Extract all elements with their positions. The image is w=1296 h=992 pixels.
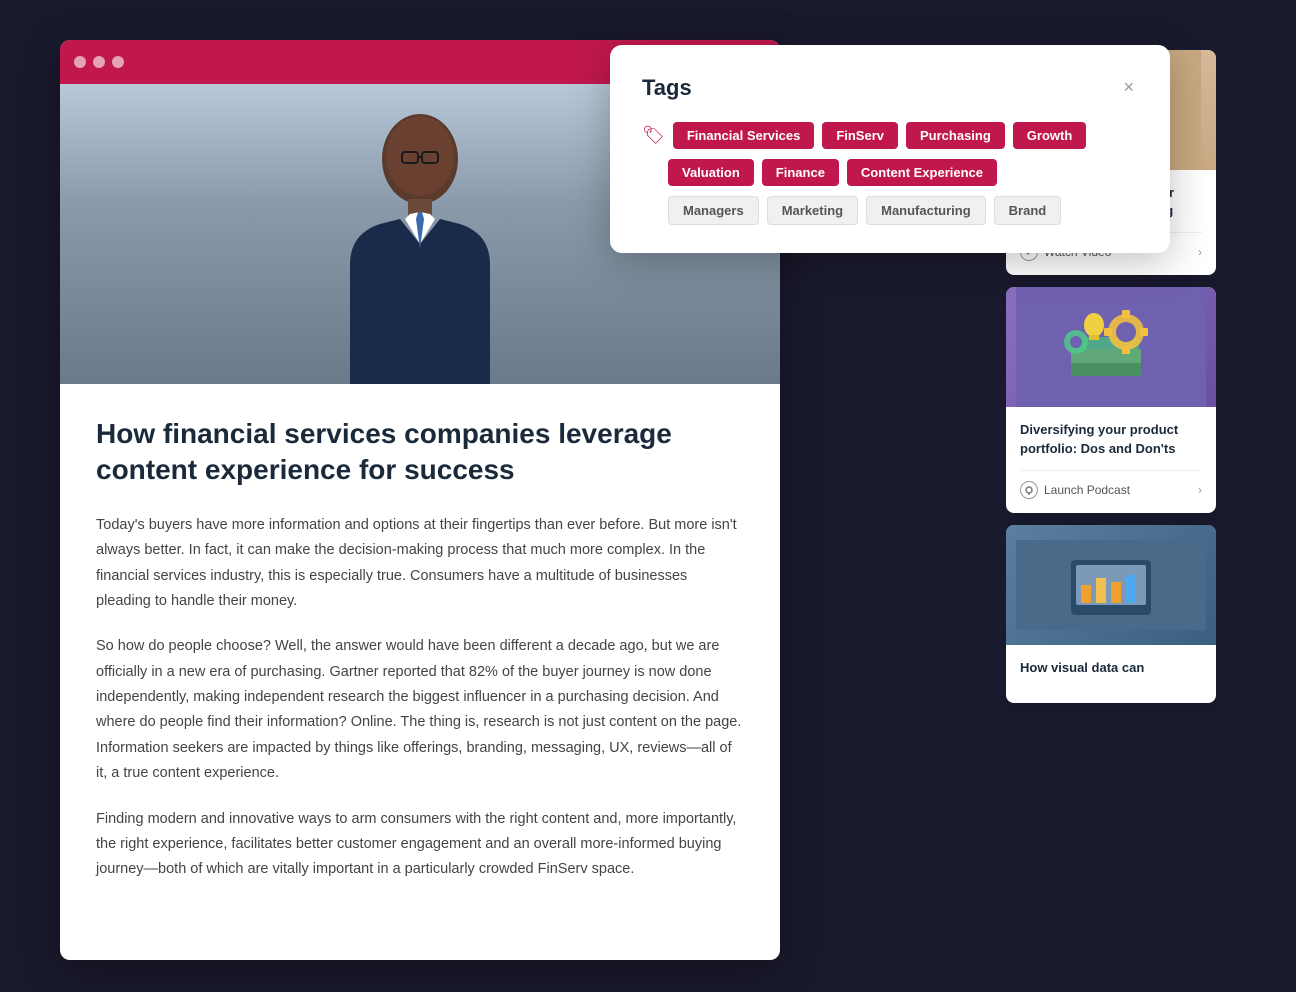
tag-finance[interactable]: Finance: [762, 159, 839, 186]
card-action-label-2: Launch Podcast: [1044, 483, 1130, 497]
tag-managers[interactable]: Managers: [668, 196, 759, 225]
tag-growth[interactable]: Growth: [1013, 122, 1087, 149]
person-figure: [290, 104, 550, 384]
card-title-3: How visual data can: [1020, 659, 1202, 677]
tags-row-1: 🏷 Financial Services FinServ Purchasing …: [642, 122, 1138, 149]
article-body: How financial services companies leverag…: [60, 384, 780, 935]
tags-row-3: Managers Marketing Manufacturing Brand: [642, 196, 1138, 225]
chevron-icon-2: ›: [1198, 483, 1202, 497]
tag-valuation[interactable]: Valuation: [668, 159, 754, 186]
card-body-2: Diversifying your product portfolio: Dos…: [1006, 407, 1216, 512]
tags-close-button[interactable]: ×: [1119, 73, 1138, 102]
sidebar-card-2: Diversifying your product portfolio: Dos…: [1006, 287, 1216, 512]
tag-finserv[interactable]: FinServ: [822, 122, 898, 149]
chevron-icon-1: ›: [1198, 245, 1202, 259]
tags-modal-header: Tags ×: [642, 73, 1138, 102]
tag-purchasing[interactable]: Purchasing: [906, 122, 1005, 149]
card-image-2: [1006, 287, 1216, 407]
article-paragraph-3: Finding modern and innovative ways to ar…: [96, 807, 744, 883]
sidebar-card-3: How visual data can: [1006, 525, 1216, 703]
article-paragraph-2: So how do people choose? Well, the answe…: [96, 634, 744, 786]
tags-modal-title: Tags: [642, 75, 692, 101]
card-action-2[interactable]: Launch Podcast ›: [1020, 470, 1202, 499]
card-title-2: Diversifying your product portfolio: Dos…: [1020, 421, 1202, 457]
tag-content-experience[interactable]: Content Experience: [847, 159, 997, 186]
tags-content: 🏷 Financial Services FinServ Purchasing …: [642, 122, 1138, 225]
dot-yellow[interactable]: [93, 56, 105, 68]
article-title: How financial services companies leverag…: [96, 416, 744, 489]
tag-icon: 🏷: [642, 125, 665, 146]
tag-brand[interactable]: Brand: [994, 196, 1062, 225]
article-paragraph-1: Today's buyers have more information and…: [96, 513, 744, 615]
podcast-icon: [1020, 481, 1038, 499]
dot-red[interactable]: [74, 56, 86, 68]
tags-modal: Tags × 🏷 Financial Services FinServ Purc…: [610, 45, 1170, 253]
tag-marketing[interactable]: Marketing: [767, 196, 858, 225]
dot-green[interactable]: [112, 56, 124, 68]
card-image-3: [1006, 525, 1216, 645]
tags-row-2: Valuation Finance Content Experience: [642, 159, 1138, 186]
card-body-3: How visual data can: [1006, 645, 1216, 703]
tag-financial-services[interactable]: Financial Services: [673, 122, 814, 149]
browser-dots: [74, 56, 124, 68]
tag-manufacturing[interactable]: Manufacturing: [866, 196, 986, 225]
